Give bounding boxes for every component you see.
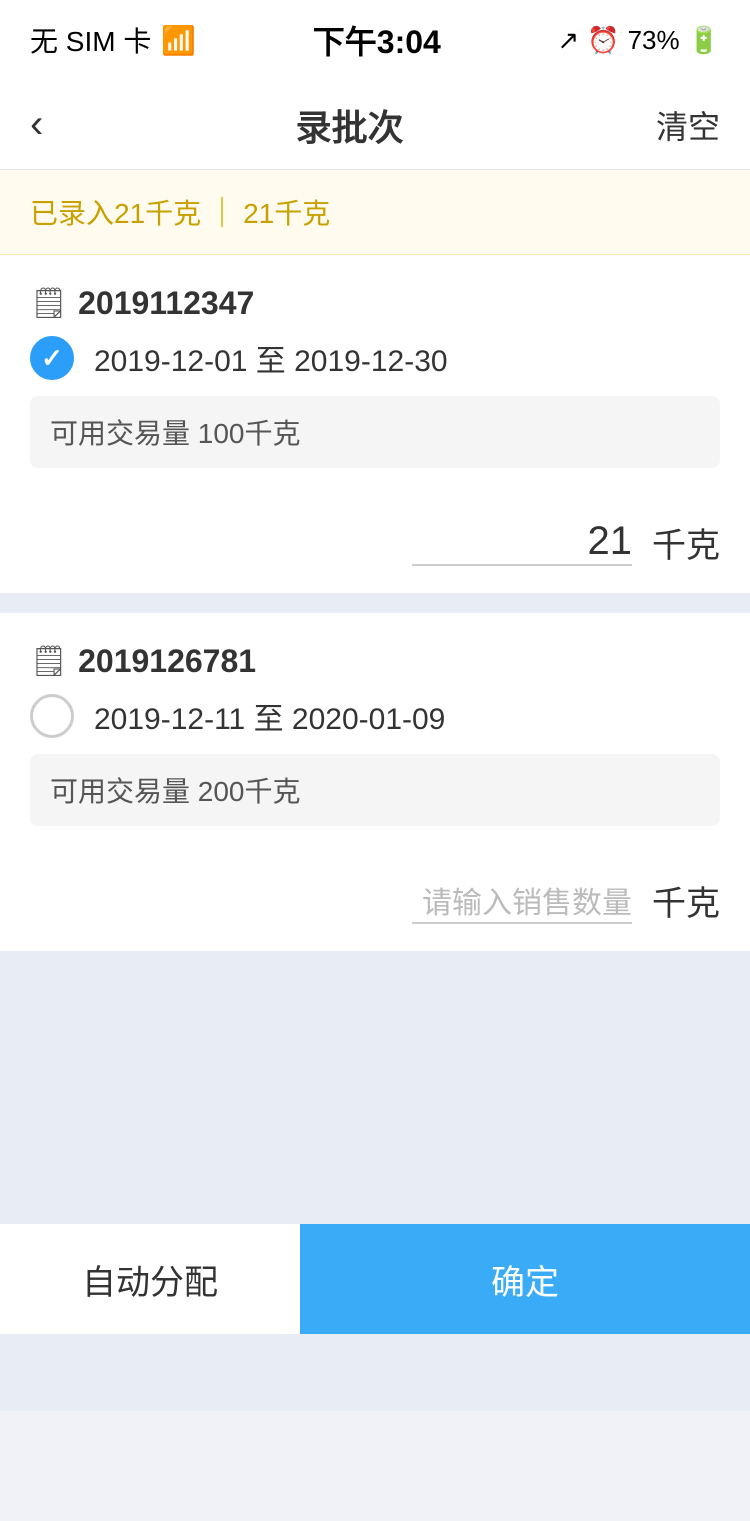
status-right: ↗ ⏰ 73% 🔋 [557, 25, 720, 56]
recorded-amount: 已录入21千克 [30, 192, 201, 232]
status-bar: 无 SIM 卡 📶 下午3:04 ↗ ⏰ 73% 🔋 [0, 0, 750, 80]
batch1-radio[interactable] [30, 336, 74, 380]
status-left: 无 SIM 卡 📶 [30, 20, 196, 60]
separator-2 [0, 951, 750, 971]
batch2-date: 2019-12-11 至 2020-01-09 [94, 694, 445, 738]
batch1-underline [412, 564, 632, 566]
batch2-available: 可用交易量 200千克 [30, 754, 720, 826]
location-icon: ↗ [557, 25, 579, 56]
back-button[interactable]: ‹ [30, 102, 43, 147]
wifi-icon: 📶 [161, 24, 196, 57]
batch1-date: 2019-12-01 至 2019-12-30 [94, 336, 448, 380]
status-time: 下午3:04 [313, 17, 441, 63]
batch1-quantity-row: 21 千克 [0, 498, 750, 577]
page-title: 录批次 [296, 99, 404, 151]
batch1-date-row: 2019-12-01 至 2019-12-30 [30, 336, 720, 380]
batch1-unit: 千克 [652, 518, 720, 567]
batch1-icon: 🗒 [30, 286, 68, 321]
nav-bar: ‹ 录批次 清空 [0, 80, 750, 170]
clear-button[interactable]: 清空 [656, 102, 720, 148]
batch-card-1: 🗒 2019112347 2019-12-01 至 2019-12-30 可用交… [0, 255, 750, 593]
batch-card-2: 🗒 2019126781 2019-12-11 至 2020-01-09 可用交… [0, 613, 750, 951]
batch1-quantity-value: 21 [588, 519, 633, 564]
batch2-id-row: 🗒 2019126781 [30, 643, 720, 680]
total-amount: 21千克 [243, 192, 330, 232]
batch2-radio[interactable] [30, 694, 74, 738]
batch2-icon: 🗒 [30, 644, 68, 679]
info-banner: 已录入21千克 21千克 [0, 170, 750, 255]
batch1-id-row: 🗒 2019112347 [30, 285, 720, 322]
batch1-id: 2019112347 [78, 285, 254, 322]
batch2-underline [412, 922, 632, 924]
batch2-quantity-row: 请输入销售数量 千克 [0, 856, 750, 935]
auto-distribute-button[interactable]: 自动分配 [0, 1224, 300, 1334]
banner-divider [221, 197, 223, 227]
separator-1 [0, 593, 750, 613]
empty-area [0, 971, 750, 1411]
alarm-icon: ⏰ [587, 25, 619, 56]
battery-icon: 🔋 [688, 25, 720, 56]
battery-text: 73% [628, 25, 680, 56]
batch2-unit: 千克 [652, 876, 720, 925]
sim-text: 无 SIM 卡 [30, 20, 151, 60]
bottom-buttons: 自动分配 确定 [0, 1224, 750, 1334]
batch1-available: 可用交易量 100千克 [30, 396, 720, 468]
confirm-button[interactable]: 确定 [300, 1224, 750, 1334]
batch2-id: 2019126781 [78, 643, 256, 680]
batch2-input-placeholder[interactable]: 请输入销售数量 [422, 878, 632, 922]
batch2-date-row: 2019-12-11 至 2020-01-09 [30, 694, 720, 738]
